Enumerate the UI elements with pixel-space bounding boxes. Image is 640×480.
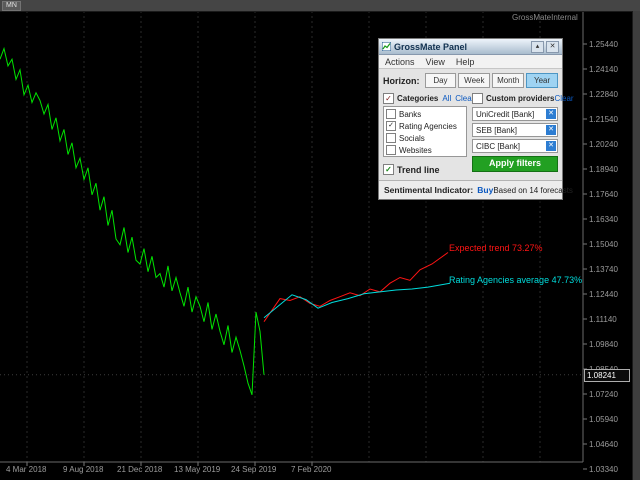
provider-label: UniCredit [Bank]	[476, 109, 535, 119]
panel-body: Horizon: Day Week Month Year ✓ Categorie…	[379, 69, 574, 180]
collapse-button[interactable]: ▴	[531, 40, 544, 53]
horizon-year-button[interactable]: Year	[526, 73, 558, 88]
horizon-label: Horizon:	[383, 75, 420, 86]
chart-top-toolbar: MN	[0, 0, 640, 12]
remove-provider-icon[interactable]: ✕	[546, 109, 556, 119]
provider-label: SEB [Bank]	[476, 125, 517, 135]
trend-line-checkbox[interactable]: ✓	[383, 164, 394, 175]
horizon-month-button[interactable]: Month	[492, 73, 525, 88]
socials-label: Socials	[399, 133, 425, 143]
horizon-week-button[interactable]: Week	[458, 73, 491, 88]
banks-label: Banks	[399, 109, 422, 119]
horizon-row: Horizon: Day Week Month Year	[383, 73, 558, 88]
categories-list: Banks ✓ Rating Agencies Socials Websites	[383, 106, 467, 157]
custom-providers-checkbox[interactable]	[472, 93, 483, 104]
banks-checkbox[interactable]	[386, 109, 396, 119]
close-button[interactable]: ✕	[546, 40, 559, 53]
menu-view[interactable]: View	[426, 57, 445, 67]
provider-label: CIBC [Bank]	[476, 141, 521, 151]
grossmate-panel: GrossMate Panel ▴ ✕ Actions View Help Ho…	[378, 38, 574, 200]
panel-chart-icon	[382, 42, 391, 51]
mt-chart-window: GrossMateInternal 1.25440 1.24140 1.22840 1…	[0, 0, 640, 480]
providers-clear-link[interactable]: Clear	[554, 94, 573, 103]
list-item: ✓ Rating Agencies	[386, 121, 464, 131]
timeframe-badge[interactable]: MN	[2, 1, 21, 11]
categories-all-link[interactable]: All	[442, 94, 451, 103]
provider-item[interactable]: UniCredit [Bank] ✕	[472, 107, 558, 121]
time-axis[interactable]	[0, 463, 583, 480]
price-axis[interactable]	[584, 11, 633, 462]
categories-column: ✓ Categories All Clear Banks ✓ Rating Ag…	[383, 93, 474, 175]
chart-watermark: GrossMateInternal	[512, 13, 578, 22]
apply-filters-button[interactable]: Apply filters	[472, 156, 558, 172]
remove-provider-icon[interactable]: ✕	[546, 125, 556, 135]
sentiment-row: Sentimental Indicator: Buy Based on 14 f…	[379, 180, 573, 199]
sentiment-note: Based on 14 forecasts	[493, 185, 573, 195]
categories-checkbox[interactable]: ✓	[383, 93, 394, 104]
trend-line-row: ✓ Trend line	[383, 164, 467, 175]
socials-checkbox[interactable]	[386, 133, 396, 143]
sentiment-label: Sentimental Indicator:	[384, 185, 474, 195]
panel-title-bar[interactable]: GrossMate Panel ▴ ✕	[379, 39, 562, 55]
categories-label: Categories	[397, 94, 439, 103]
remove-provider-icon[interactable]: ✕	[546, 141, 556, 151]
menu-actions[interactable]: Actions	[385, 57, 415, 67]
list-item: Socials	[386, 133, 464, 143]
panel-title: GrossMate Panel	[394, 41, 468, 52]
websites-checkbox[interactable]	[386, 145, 396, 155]
sentiment-value[interactable]: Buy	[477, 185, 493, 195]
window-right-strip	[632, 11, 640, 480]
providers-column: Custom providers Clear UniCredit [Bank] …	[472, 93, 574, 175]
panel-menu-bar: Actions View Help	[379, 55, 562, 69]
custom-providers-label: Custom providers	[486, 94, 555, 103]
list-item: Websites	[386, 145, 464, 155]
rating-agencies-checkbox[interactable]: ✓	[386, 121, 396, 131]
websites-label: Websites	[399, 145, 432, 155]
horizon-day-button[interactable]: Day	[424, 73, 457, 88]
provider-item[interactable]: SEB [Bank] ✕	[472, 123, 558, 137]
menu-help[interactable]: Help	[456, 57, 475, 67]
rating-agencies-label: Rating Agencies	[399, 121, 457, 131]
trend-line-label: Trend line	[397, 164, 440, 175]
provider-item[interactable]: CIBC [Bank] ✕	[472, 139, 558, 153]
list-item: Banks	[386, 109, 464, 119]
